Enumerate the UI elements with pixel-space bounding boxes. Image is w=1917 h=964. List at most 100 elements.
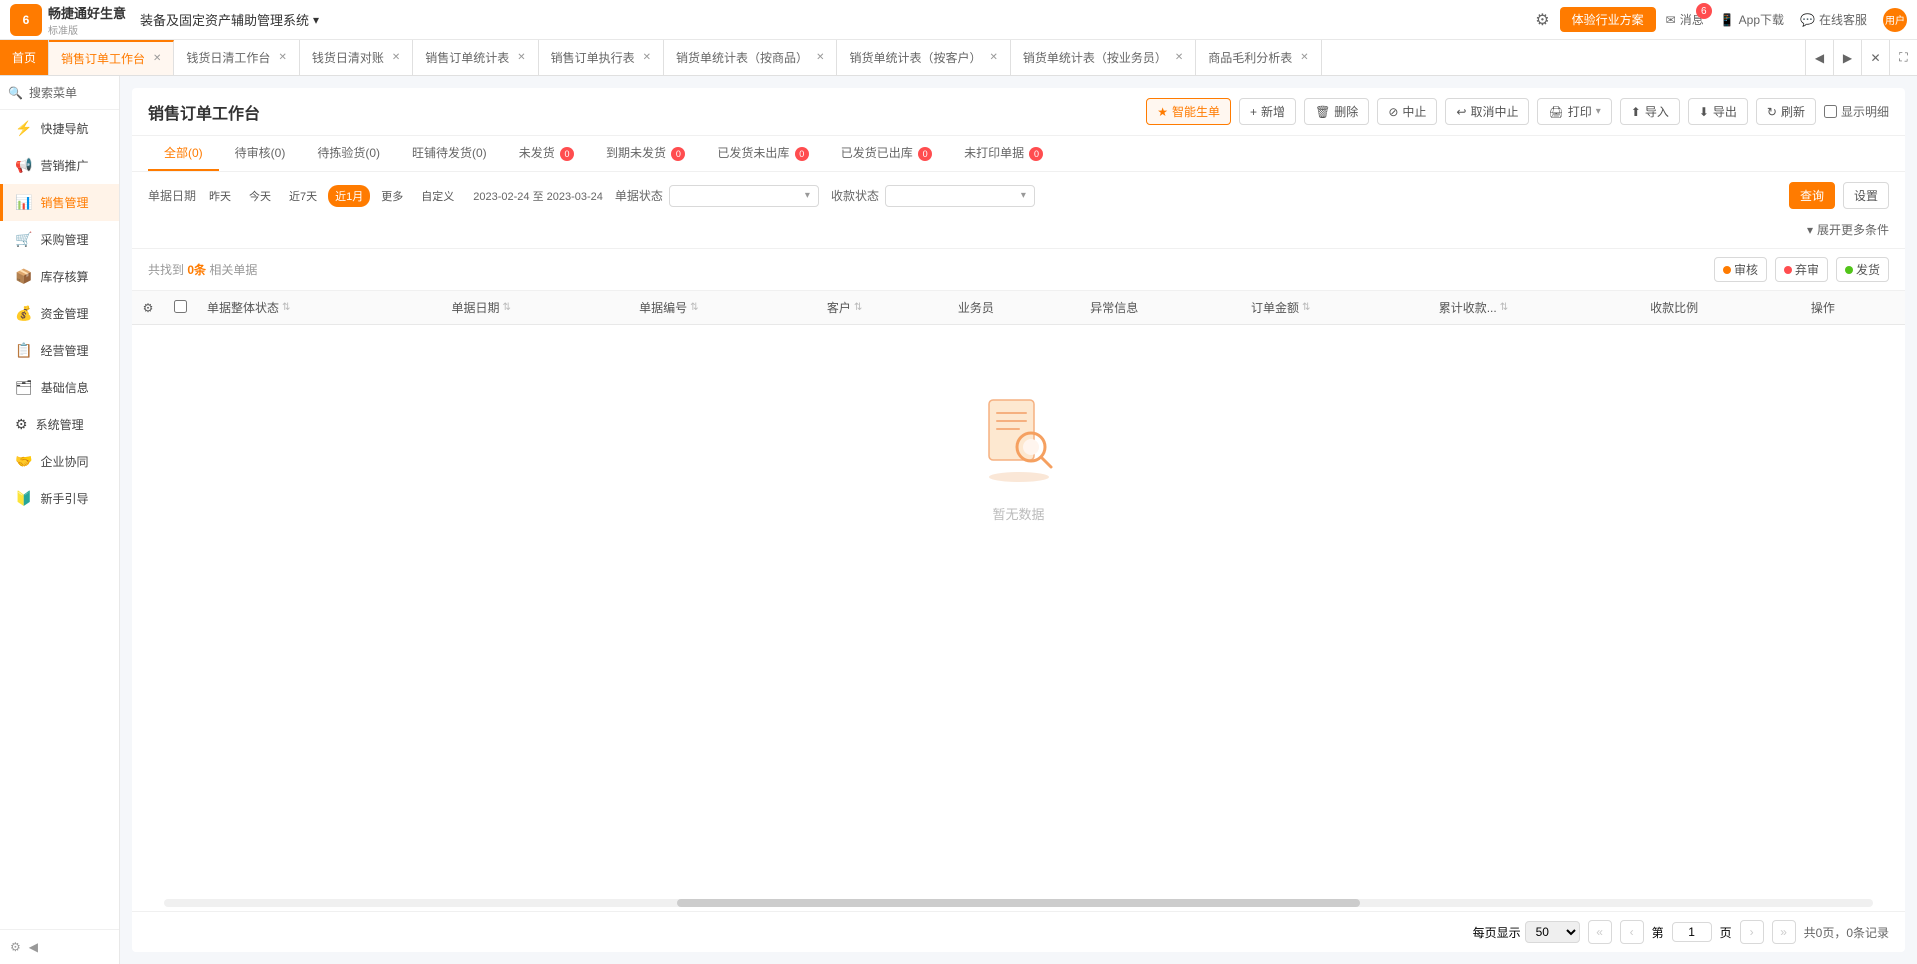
new-button[interactable]: + 新增 — [1239, 98, 1296, 125]
tab-close-cash-daily[interactable]: ✕ — [278, 52, 286, 63]
tab-close-sales-stat-customer[interactable]: ✕ — [989, 52, 997, 63]
tab-prev-button[interactable]: ◀ — [1805, 40, 1833, 76]
gear-icon[interactable]: ⚙ — [1535, 10, 1549, 30]
col-date[interactable]: 单据日期 ⇅ — [441, 291, 629, 325]
subtab-not-shipped[interactable]: 未发货 0 — [503, 136, 590, 171]
tab-close-profit-analysis[interactable]: ✕ — [1300, 52, 1308, 63]
subtab-expired[interactable]: 到期未发货 0 — [590, 136, 701, 171]
sidebar-item-operation[interactable]: 📋 经营管理 — [0, 332, 119, 369]
sidebar-item-quick-nav[interactable]: ⚡ 快捷导航 — [0, 110, 119, 147]
tab-sales-stat-customer[interactable]: 销货单统计表（按客户） ✕ — [837, 40, 1010, 76]
tab-close-sales-stat[interactable]: ✕ — [517, 52, 525, 63]
title-dropdown-icon[interactable]: ▾ — [313, 13, 319, 27]
prev-page-button[interactable]: ‹ — [1620, 920, 1644, 944]
show-detail-checkbox[interactable] — [1824, 105, 1837, 118]
tab-sales-stat-staff[interactable]: 销货单统计表（按业务员） ✕ — [1011, 40, 1196, 76]
last-page-button[interactable]: » — [1772, 920, 1796, 944]
tab-profit-analysis[interactable]: 商品毛利分析表 ✕ — [1196, 40, 1321, 76]
payment-select[interactable]: ▾ — [885, 185, 1035, 207]
tab-close-sales-stat-staff[interactable]: ✕ — [1175, 52, 1183, 63]
tab-next-button[interactable]: ▶ — [1833, 40, 1861, 76]
tab-close-sales-exec[interactable]: ✕ — [643, 52, 651, 63]
date-today[interactable]: 今天 — [242, 185, 278, 207]
tab-sales-stat[interactable]: 销售订单统计表 ✕ — [413, 40, 538, 76]
page-size-dropdown[interactable]: 10 20 50 100 — [1525, 921, 1580, 943]
col-customer[interactable]: 客户 ⇅ — [817, 291, 948, 325]
tab-sales-workbench[interactable]: 销售订单工作台 ✕ — [49, 40, 174, 76]
app-download-button[interactable]: 📱 App下载 — [1720, 11, 1784, 28]
setting-button[interactable]: 设置 — [1843, 182, 1889, 209]
sidebar-item-cooperation[interactable]: 🤝 企业协同 — [0, 443, 119, 480]
print-dropdown-icon[interactable]: ▾ — [1596, 106, 1601, 117]
online-service-button[interactable]: 💬 在线客服 — [1800, 11, 1867, 28]
guide-icon: 🔰 — [15, 490, 32, 507]
col-status[interactable]: 单据整体状态 ⇅ — [197, 291, 441, 325]
export-button[interactable]: ⬇ 导出 — [1688, 98, 1748, 125]
ship-button[interactable]: 发货 — [1836, 257, 1889, 282]
page-input[interactable] — [1672, 922, 1712, 942]
user-menu[interactable]: 用户 — [1883, 8, 1907, 32]
subtab-not-printed[interactable]: 未打印单据 0 — [948, 136, 1059, 171]
tab-sales-exec[interactable]: 销售订单执行表 ✕ — [539, 40, 664, 76]
refresh-button[interactable]: ↻ 刷新 — [1756, 98, 1816, 125]
first-page-button[interactable]: « — [1588, 920, 1612, 944]
sidebar-item-purchase[interactable]: 🛒 采购管理 — [0, 221, 119, 258]
tab-fullscreen-button[interactable]: ⛶ — [1889, 40, 1917, 76]
empty-text: 暂无数据 — [992, 504, 1044, 523]
unaudit-button[interactable]: 弃审 — [1775, 257, 1828, 282]
audit-button[interactable]: 审核 — [1714, 257, 1767, 282]
tab-close-sales-stat-product[interactable]: ✕ — [816, 52, 824, 63]
sidebar-item-finance[interactable]: 💰 资金管理 — [0, 295, 119, 332]
date-7days[interactable]: 近7天 — [282, 185, 324, 207]
sidebar-item-guide[interactable]: 🔰 新手引导 — [0, 480, 119, 517]
smart-create-button[interactable]: ★ 智能生单 — [1146, 98, 1231, 125]
sidebar-item-basicinfo[interactable]: 🗂 基础信息 — [0, 369, 119, 406]
sidebar-item-sales[interactable]: 📊 销售管理 — [0, 184, 119, 221]
subtab-all[interactable]: 全部(0) — [148, 136, 219, 171]
header-actions: ★ 智能生单 + 新增 🗑 删除 ⊘ 中止 — [1146, 98, 1889, 125]
sidebar-item-inventory[interactable]: 📦 库存核算 — [0, 258, 119, 295]
sidebar-item-system[interactable]: ⚙ 系统管理 — [0, 406, 119, 443]
horizontal-scrollbar[interactable] — [164, 899, 1873, 907]
import-button[interactable]: ⬆ 导入 — [1620, 98, 1680, 125]
experience-button[interactable]: 体验行业方案 — [1560, 7, 1656, 32]
col-checkbox[interactable] — [164, 291, 197, 325]
subtab-pending[interactable]: 待审核(0) — [219, 136, 302, 171]
col-settings[interactable]: ⚙ — [132, 291, 164, 325]
col-number[interactable]: 单据编号 ⇅ — [629, 291, 817, 325]
col-amount[interactable]: 订单金额 ⇅ — [1241, 291, 1429, 325]
status-select[interactable]: ▾ — [669, 185, 819, 207]
subtab-wangpu[interactable]: 旺铺待发货(0) — [396, 136, 503, 171]
date-custom[interactable]: 自定义 — [414, 185, 461, 207]
sidebar-item-marketing[interactable]: 📢 营销推广 — [0, 147, 119, 184]
settings-bottom-icon[interactable]: ⚙ — [10, 940, 21, 954]
stop-button[interactable]: ⊘ 中止 — [1377, 98, 1437, 125]
cancel-stop-button[interactable]: ↩ 取消中止 — [1445, 98, 1529, 125]
col-received[interactable]: 累计收款... ⇅ — [1429, 291, 1640, 325]
subtab-shipped-not-out[interactable]: 已发货未出库 0 — [701, 136, 824, 171]
messages-button[interactable]: ✉ 消息 6 — [1666, 11, 1704, 28]
sidebar-search[interactable]: 🔍 搜索菜单 — [0, 76, 119, 110]
tab-cash-daily[interactable]: 钱货日清工作台 ✕ — [174, 40, 299, 76]
next-page-button[interactable]: › — [1740, 920, 1764, 944]
subtab-pending-inspect[interactable]: 待拣验货(0) — [301, 136, 396, 171]
tab-home[interactable]: 首页 — [0, 40, 49, 76]
date-1month[interactable]: 近1月 — [328, 185, 370, 207]
settings-col-icon: ⚙ — [143, 301, 154, 315]
tab-cash-reconcile[interactable]: 钱货日清对账 ✕ — [300, 40, 413, 76]
delete-button[interactable]: 🗑 删除 — [1304, 98, 1369, 125]
tab-close-all-button[interactable]: ✕ — [1861, 40, 1889, 76]
tab-close-sales-workbench[interactable]: ✕ — [153, 53, 161, 64]
date-more[interactable]: 更多 — [374, 185, 410, 207]
collapse-icon[interactable]: ◀ — [29, 940, 38, 954]
marketing-icon: 📢 — [15, 157, 32, 174]
date-yesterday[interactable]: 昨天 — [202, 185, 238, 207]
query-button[interactable]: 查询 — [1789, 182, 1835, 209]
expand-conditions-button[interactable]: ▾ 展开更多条件 — [1807, 221, 1889, 238]
print-button[interactable]: 🖨 打印 ▾ — [1537, 98, 1611, 125]
quick-nav-label: 快捷导航 — [40, 120, 88, 137]
tab-close-cash-reconcile[interactable]: ✕ — [392, 52, 400, 63]
subtab-shipped-out[interactable]: 已发货已出库 0 — [825, 136, 948, 171]
select-all-checkbox[interactable] — [174, 300, 187, 313]
tab-sales-stat-product[interactable]: 销货单统计表（按商品） ✕ — [664, 40, 837, 76]
